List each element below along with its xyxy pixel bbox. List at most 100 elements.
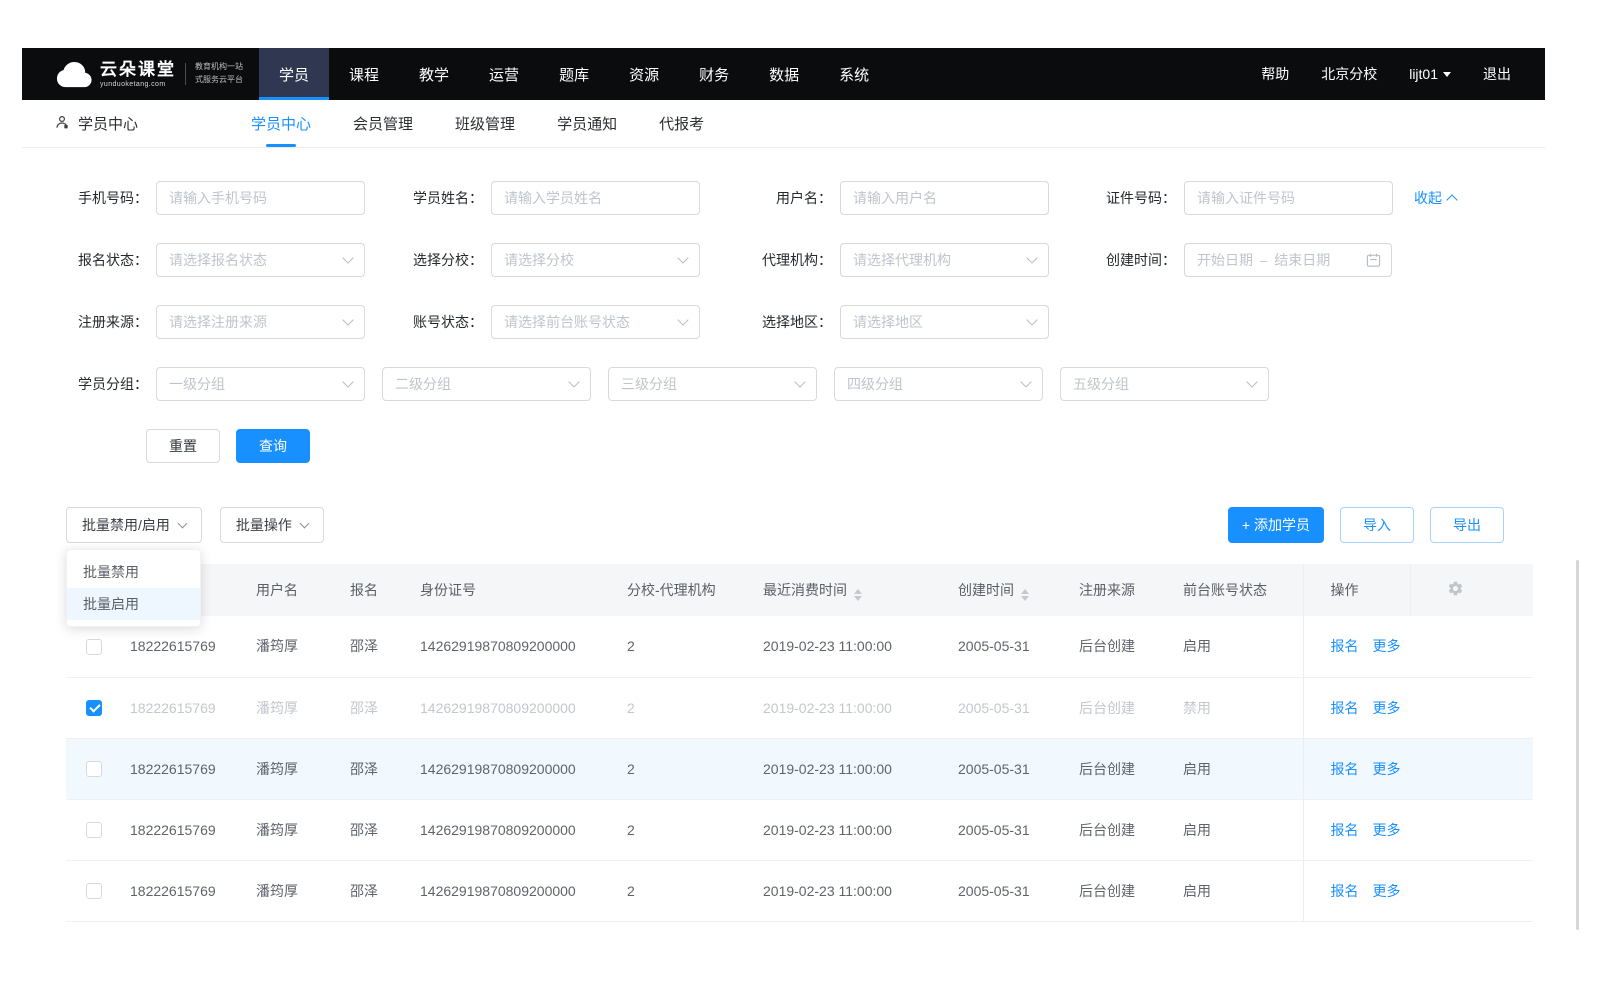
- cell-branch-agency: 2: [607, 860, 743, 921]
- header-last-consume: 最近消费时间: [743, 564, 938, 616]
- cell-username: 潘筠厚: [236, 738, 330, 799]
- collapse-filters-link[interactable]: 收起: [1414, 188, 1456, 208]
- logout-link[interactable]: 退出: [1483, 64, 1511, 84]
- help-link[interactable]: 帮助: [1261, 64, 1289, 84]
- import-button[interactable]: 导入: [1340, 507, 1414, 543]
- person-icon: [54, 114, 70, 134]
- subnav-tabs: 学员中心 会员管理 班级管理 学员通知 代报考: [230, 100, 725, 147]
- menu-item-question-bank[interactable]: 题库: [539, 48, 609, 100]
- agency-select[interactable]: 请选择代理机构: [840, 243, 1049, 277]
- username-input[interactable]: [840, 181, 1049, 215]
- tab-proxy-exam[interactable]: 代报考: [638, 100, 725, 147]
- more-action-link[interactable]: 更多: [1373, 638, 1401, 654]
- gear-icon[interactable]: [1447, 580, 1464, 600]
- export-button[interactable]: 导出: [1430, 507, 1504, 543]
- query-button[interactable]: 查询: [236, 429, 310, 463]
- cell-id-card: 14262919870809200000: [400, 738, 607, 799]
- chevron-down-icon: [342, 376, 353, 387]
- branch-select[interactable]: 请选择分校: [491, 243, 700, 277]
- tab-member-management[interactable]: 会员管理: [332, 100, 434, 147]
- branch-label: 选择分校：: [399, 250, 483, 270]
- phone-input[interactable]: [156, 181, 365, 215]
- cert-number-input[interactable]: [1184, 181, 1393, 215]
- chevron-down-icon: [342, 314, 353, 325]
- more-action-link[interactable]: 更多: [1373, 700, 1401, 716]
- enroll-action-link[interactable]: 报名: [1331, 761, 1359, 777]
- chevron-down-icon: [794, 376, 805, 387]
- group-level5-select[interactable]: 五级分组: [1060, 367, 1269, 401]
- branch-link[interactable]: 北京分校: [1321, 64, 1377, 84]
- cell-branch-agency: 2: [607, 799, 743, 860]
- table-header: 用户名 报名 身份证号 分校-代理机构 最近消费时间 创建时间 注册来源 前台账…: [66, 564, 1533, 616]
- chevron-down-icon: [299, 519, 309, 529]
- group-level1-select[interactable]: 一级分组: [156, 367, 365, 401]
- enroll-action-link[interactable]: 报名: [1331, 638, 1359, 654]
- table-row: 18222615769 潘筠厚 邵泽 14262919870809200000 …: [66, 799, 1533, 860]
- topnav-right: 帮助 北京分校 lijt01 退出: [1261, 48, 1545, 100]
- cell-id-card: 14262919870809200000: [400, 616, 607, 677]
- group-level3-select[interactable]: 三级分组: [608, 367, 817, 401]
- cell-source: 后台创建: [1059, 860, 1163, 921]
- enroll-status-select[interactable]: 请选择报名状态: [156, 243, 365, 277]
- brand-logo[interactable]: 云朵课堂 yunduoketang.com 教育机构一站 式服务云平台: [22, 48, 243, 100]
- brand-tagline-line1: 教育机构一站: [195, 61, 243, 74]
- group-level4-select[interactable]: 四级分组: [834, 367, 1043, 401]
- created-time-range-picker[interactable]: 开始日期 – 结束日期: [1184, 243, 1392, 277]
- menu-item-batch-disable[interactable]: 批量禁用: [67, 556, 200, 588]
- table-row: 18222615769 潘筠厚 邵泽 14262919870809200000 …: [66, 616, 1533, 677]
- app-frame: 云朵课堂 yunduoketang.com 教育机构一站 式服务云平台 学员 课…: [22, 48, 1545, 922]
- more-action-link[interactable]: 更多: [1373, 822, 1401, 838]
- menu-item-data[interactable]: 数据: [749, 48, 819, 100]
- sort-icon[interactable]: [1021, 589, 1029, 601]
- menu-item-finance[interactable]: 财务: [679, 48, 749, 100]
- more-action-link[interactable]: 更多: [1373, 883, 1401, 899]
- batch-disable-enable-button[interactable]: 批量禁用/启用: [66, 507, 202, 543]
- enroll-action-link[interactable]: 报名: [1331, 883, 1359, 899]
- menu-item-system[interactable]: 系统: [819, 48, 889, 100]
- table-row: 18222615769 潘筠厚 邵泽 14262919870809200000 …: [66, 677, 1533, 738]
- row-checkbox[interactable]: [86, 822, 102, 838]
- header-enroll: 报名: [330, 564, 400, 616]
- account-status-select[interactable]: 请选择前台账号状态: [491, 305, 700, 339]
- enroll-action-link[interactable]: 报名: [1331, 700, 1359, 716]
- menu-item-operations[interactable]: 运营: [469, 48, 539, 100]
- row-checkbox-checked[interactable]: [86, 700, 102, 716]
- more-action-link[interactable]: 更多: [1373, 761, 1401, 777]
- filter-buttons: 重置 查询: [146, 429, 1545, 463]
- reset-button[interactable]: 重置: [146, 429, 220, 463]
- group-level2-select[interactable]: 二级分组: [382, 367, 591, 401]
- tab-student-notice[interactable]: 学员通知: [536, 100, 638, 147]
- menu-item-students[interactable]: 学员: [259, 48, 329, 100]
- header-front-status: 前台账号状态: [1163, 564, 1303, 616]
- menu-item-teaching[interactable]: 教学: [399, 48, 469, 100]
- cell-front-status: 启用: [1163, 860, 1303, 921]
- batch-operations-button[interactable]: 批量操作: [220, 507, 324, 543]
- tab-student-center[interactable]: 学员中心: [230, 100, 332, 147]
- tab-class-management[interactable]: 班级管理: [434, 100, 536, 147]
- filter-row-3: 注册来源： 请选择注册来源 账号状态： 请选择前台账号状态 选择地区： 请选择地…: [64, 305, 1545, 339]
- username-label: 用户名：: [748, 188, 832, 208]
- chevron-down-icon: [677, 252, 688, 263]
- filter-row-2: 报名状态： 请选择报名状态 选择分校： 请选择分校 代理机构： 请选择代理机构: [64, 243, 1545, 277]
- header-source: 注册来源: [1059, 564, 1163, 616]
- student-name-input[interactable]: [491, 181, 700, 215]
- sort-icon[interactable]: [854, 589, 862, 601]
- brand-name: 云朵课堂: [100, 61, 176, 78]
- user-menu[interactable]: lijt01: [1409, 66, 1451, 82]
- region-select[interactable]: 请选择地区: [840, 305, 1049, 339]
- enroll-action-link[interactable]: 报名: [1331, 822, 1359, 838]
- row-checkbox[interactable]: [86, 761, 102, 777]
- row-checkbox[interactable]: [86, 883, 102, 899]
- row-checkbox[interactable]: [86, 639, 102, 655]
- header-actions: 操作: [1303, 564, 1410, 616]
- vertical-scrollbar[interactable]: [1576, 560, 1579, 930]
- cell-enroll: 邵泽: [330, 616, 400, 677]
- add-student-button[interactable]: + 添加学员: [1228, 507, 1324, 543]
- menu-item-resources[interactable]: 资源: [609, 48, 679, 100]
- menu-item-courses[interactable]: 课程: [329, 48, 399, 100]
- cell-branch-agency: 2: [607, 738, 743, 799]
- table-row: 18222615769 潘筠厚 邵泽 14262919870809200000 …: [66, 738, 1533, 799]
- cell-phone: 18222615769: [110, 738, 236, 799]
- menu-item-batch-enable[interactable]: 批量启用: [67, 588, 200, 620]
- register-source-select[interactable]: 请选择注册来源: [156, 305, 365, 339]
